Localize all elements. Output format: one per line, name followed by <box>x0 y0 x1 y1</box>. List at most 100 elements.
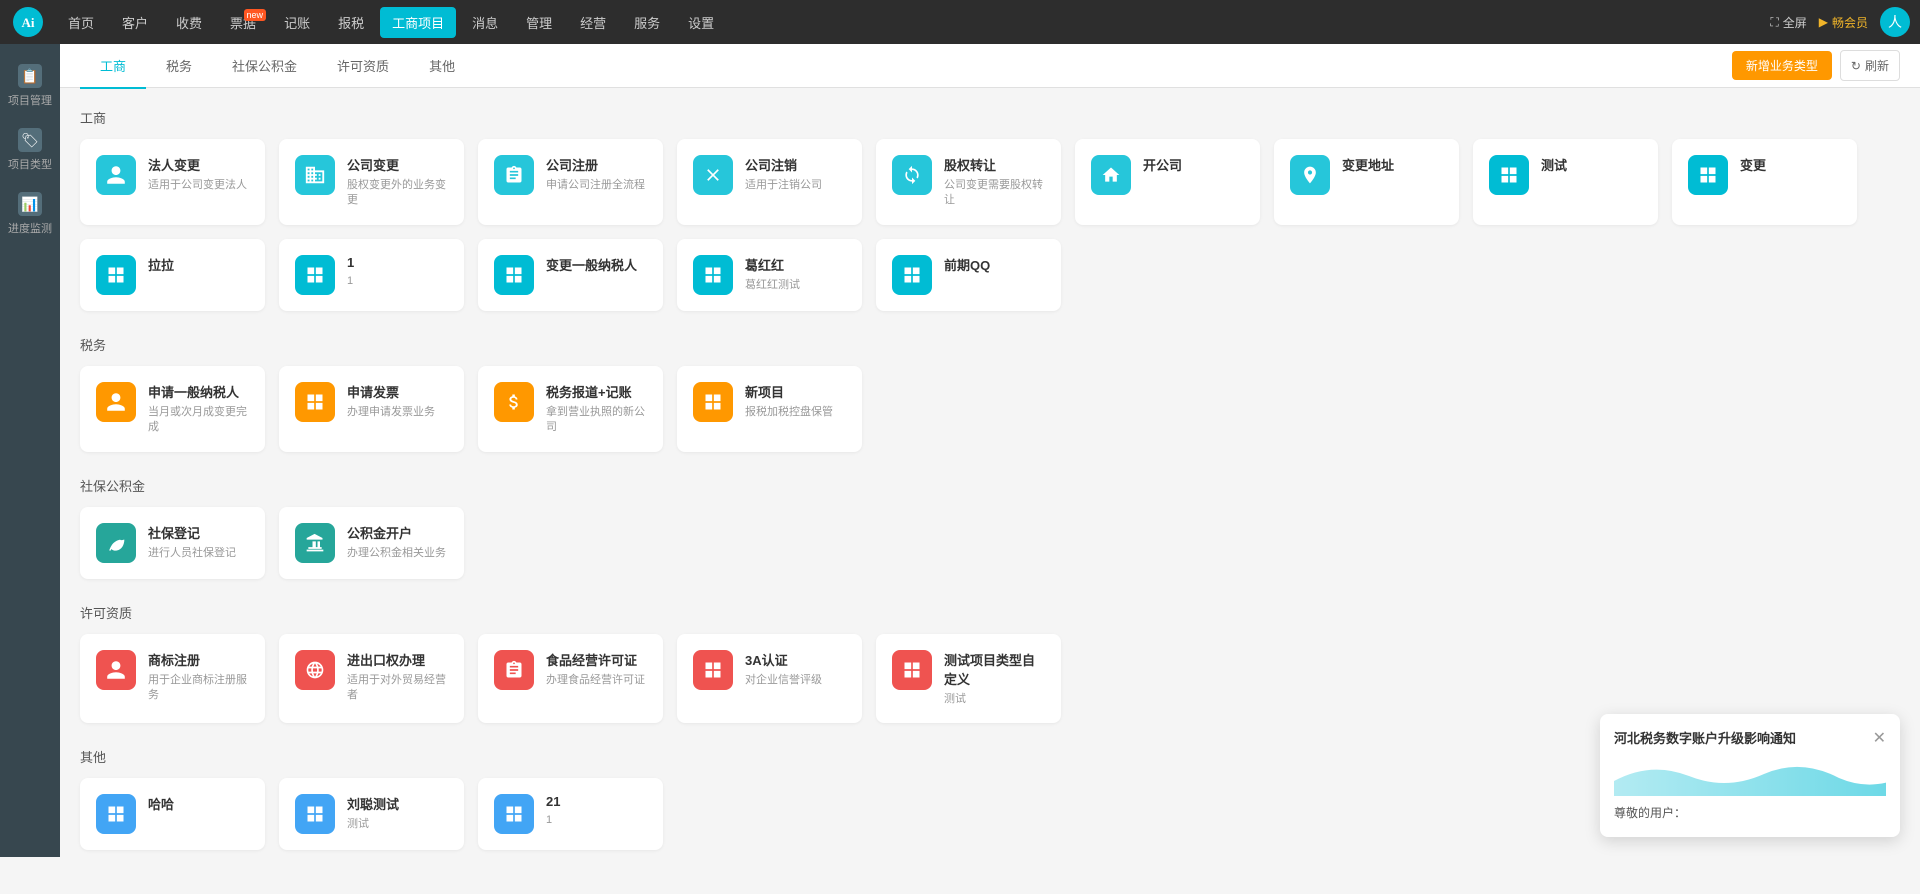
card-item[interactable]: 刘聪测试 测试 <box>279 778 464 850</box>
nav-item-服务[interactable]: 服务 <box>622 7 672 38</box>
nav-item-客户[interactable]: 客户 <box>110 7 160 38</box>
sub-tab-社保公积金[interactable]: 社保公积金 <box>212 44 317 89</box>
refresh-button[interactable]: ↻ 刷新 <box>1840 50 1900 81</box>
card-desc: 进行人员社保登记 <box>148 546 249 561</box>
card-item[interactable]: 葛红红 葛红红测试 <box>677 239 862 311</box>
card-item[interactable]: 哈哈 <box>80 778 265 850</box>
card-title: 税务报道+记账 <box>546 382 647 401</box>
card-title: 申请发票 <box>347 382 448 401</box>
card-title: 商标注册 <box>148 650 249 669</box>
sub-tab-工商[interactable]: 工商 <box>80 44 146 89</box>
card-item[interactable]: 公司注册 申请公司注册全流程 <box>478 139 663 225</box>
card-icon <box>96 255 136 295</box>
section-许可资质: 许可资质 商标注册 用于企业商标注册服务 进出口权办理 适用于对外贸易经营者 食… <box>80 603 1900 723</box>
card-item[interactable]: 拉拉 <box>80 239 265 311</box>
card-item[interactable]: 开公司 <box>1075 139 1260 225</box>
notification-close-button[interactable]: ✕ <box>1873 728 1886 748</box>
fullscreen-label: 全屏 <box>1783 14 1807 31</box>
card-icon <box>295 794 335 834</box>
svg-text:Ai: Ai <box>22 15 35 30</box>
card-item[interactable]: 变更地址 <box>1274 139 1459 225</box>
card-title: 3A认证 <box>745 650 846 669</box>
card-item[interactable]: 新项目 报税加税控盘保管 <box>677 366 862 452</box>
card-item[interactable]: 商标注册 用于企业商标注册服务 <box>80 634 265 723</box>
card-item[interactable]: 公司变更 股权变更外的业务变更 <box>279 139 464 225</box>
nav-item-报税[interactable]: 报税 <box>326 7 376 38</box>
sidebar-label: 项目类型 <box>8 156 52 172</box>
sidebar-item-进度监测[interactable]: 📊 进度监测 <box>0 182 60 246</box>
card-info: 公司变更 股权变更外的业务变更 <box>347 155 448 209</box>
card-icon <box>693 382 733 422</box>
card-info: 拉拉 <box>148 255 249 278</box>
section-税务: 税务 申请一般纳税人 当月或次月成变更完成 申请发票 办理申请发票业务 税务报道… <box>80 335 1900 452</box>
card-item[interactable]: 税务报道+记账 拿到营业执照的新公司 <box>478 366 663 452</box>
sub-tab-许可资质[interactable]: 许可资质 <box>317 44 409 89</box>
card-title: 拉拉 <box>148 255 249 274</box>
card-item[interactable]: 21 1 <box>478 778 663 850</box>
refresh-icon: ↻ <box>1851 59 1861 73</box>
card-info: 公积金开户 办理公积金相关业务 <box>347 523 448 561</box>
card-desc: 当月或次月成变更完成 <box>148 405 249 436</box>
card-info: 税务报道+记账 拿到营业执照的新公司 <box>546 382 647 436</box>
card-icon <box>1091 155 1131 195</box>
card-title: 前期QQ <box>944 255 1045 274</box>
nav-item-票据[interactable]: 票据new <box>218 7 268 38</box>
card-item[interactable]: 公司注销 适用于注销公司 <box>677 139 862 225</box>
card-item[interactable]: 测试项目类型自定义 测试 <box>876 634 1061 723</box>
card-item[interactable]: 股权转让 公司变更需要股权转让 <box>876 139 1061 225</box>
fullscreen-button[interactable]: ⛶ 全屏 <box>1770 14 1806 31</box>
card-item[interactable]: 食品经营许可证 办理食品经营许可证 <box>478 634 663 723</box>
card-info: 商标注册 用于企业商标注册服务 <box>148 650 249 704</box>
section-title: 社保公积金 <box>80 476 1900 495</box>
sub-tab-税务[interactable]: 税务 <box>146 44 212 89</box>
card-info: 测试 <box>1541 155 1642 178</box>
nav-item-经营[interactable]: 经营 <box>568 7 618 38</box>
card-item[interactable]: 法人变更 适用于公司变更法人 <box>80 139 265 225</box>
card-title: 测试 <box>1541 155 1642 174</box>
sidebar-item-项目类型[interactable]: 🏷 项目类型 <box>0 118 60 182</box>
nav-item-收费[interactable]: 收费 <box>164 7 214 38</box>
sidebar-item-项目管理[interactable]: 📋 项目管理 <box>0 54 60 118</box>
card-info: 变更一般纳税人 <box>546 255 647 278</box>
card-item[interactable]: 变更一般纳税人 <box>478 239 663 311</box>
card-desc: 报税加税控盘保管 <box>745 405 846 420</box>
sub-tab-其他[interactable]: 其他 <box>409 44 475 89</box>
section-工商: 工商 法人变更 适用于公司变更法人 公司变更 股权变更外的业务变更 公司注册 申… <box>80 108 1900 311</box>
nav-items: 首页客户收费票据new记账报税工商项目消息管理经营服务设置 <box>56 7 1770 38</box>
nav-item-首页[interactable]: 首页 <box>56 7 106 38</box>
card-info: 申请一般纳税人 当月或次月成变更完成 <box>148 382 249 436</box>
avatar[interactable]: 人 <box>1880 7 1910 37</box>
nav-item-管理[interactable]: 管理 <box>514 7 564 38</box>
card-item[interactable]: 变更 <box>1672 139 1857 225</box>
card-title: 哈哈 <box>148 794 249 813</box>
card-title: 食品经营许可证 <box>546 650 647 669</box>
section-title: 税务 <box>80 335 1900 354</box>
card-item[interactable]: 1 1 <box>279 239 464 311</box>
sidebar-icon: 📊 <box>18 192 42 216</box>
member-button[interactable]: ▶ 畅会员 <box>1819 14 1868 31</box>
card-icon <box>693 255 733 295</box>
card-item[interactable]: 前期QQ <box>876 239 1061 311</box>
card-item[interactable]: 3A认证 对企业信誉评级 <box>677 634 862 723</box>
sidebar-label: 项目管理 <box>8 92 52 108</box>
card-item[interactable]: 测试 <box>1473 139 1658 225</box>
section-title: 工商 <box>80 108 1900 127</box>
nav-item-工商项目[interactable]: 工商项目 <box>380 7 456 38</box>
app-logo[interactable]: Ai <box>10 4 46 40</box>
card-desc: 适用于注销公司 <box>745 178 846 193</box>
nav-item-设置[interactable]: 设置 <box>676 7 726 38</box>
card-title: 1 <box>347 255 448 270</box>
card-item[interactable]: 公积金开户 办理公积金相关业务 <box>279 507 464 579</box>
card-item[interactable]: 进出口权办理 适用于对外贸易经营者 <box>279 634 464 723</box>
nav-item-记账[interactable]: 记账 <box>272 7 322 38</box>
card-item[interactable]: 申请一般纳税人 当月或次月成变更完成 <box>80 366 265 452</box>
nav-item-消息[interactable]: 消息 <box>460 7 510 38</box>
card-info: 社保登记 进行人员社保登记 <box>148 523 249 561</box>
card-icon <box>96 382 136 422</box>
card-title: 公积金开户 <box>347 523 448 542</box>
card-info: 进出口权办理 适用于对外贸易经营者 <box>347 650 448 704</box>
add-type-button[interactable]: 新增业务类型 <box>1732 51 1832 80</box>
card-item[interactable]: 申请发票 办理申请发票业务 <box>279 366 464 452</box>
card-item[interactable]: 社保登记 进行人员社保登记 <box>80 507 265 579</box>
card-title: 21 <box>546 794 647 809</box>
